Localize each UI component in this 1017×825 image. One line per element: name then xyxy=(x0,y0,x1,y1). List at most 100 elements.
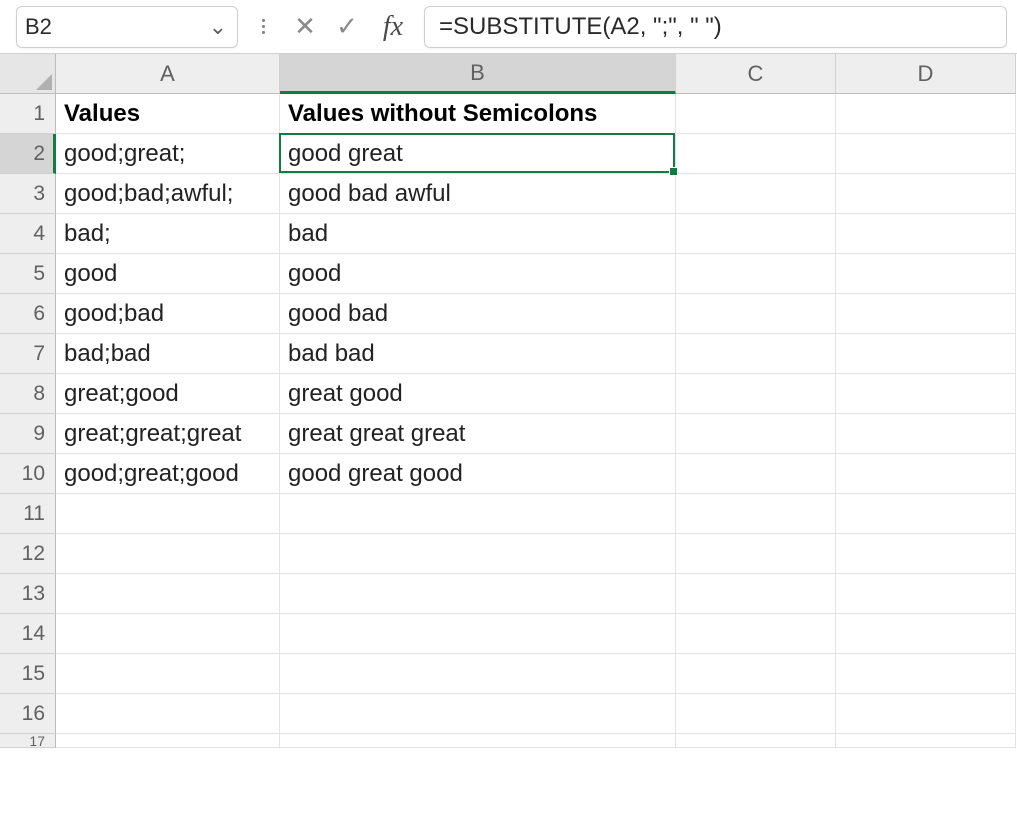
cell-B6[interactable]: good bad xyxy=(280,294,676,334)
cell-A5[interactable]: good xyxy=(56,254,280,294)
row-header-17[interactable]: 17 xyxy=(0,734,56,748)
cell-C14[interactable] xyxy=(676,614,836,654)
cell-A13[interactable] xyxy=(56,574,280,614)
cell-A3[interactable]: good;bad;awful; xyxy=(56,174,280,214)
row-header-3[interactable]: 3 xyxy=(0,174,56,214)
row-header-14[interactable]: 14 xyxy=(0,614,56,654)
cell-A9[interactable]: great;great;great xyxy=(56,414,280,454)
cell-C12[interactable] xyxy=(676,534,836,574)
cell-D4[interactable] xyxy=(836,214,1016,254)
name-box[interactable]: B2 ⌄ xyxy=(16,6,238,48)
cell-D11[interactable] xyxy=(836,494,1016,534)
cell-B11[interactable] xyxy=(280,494,676,534)
cell-D1[interactable] xyxy=(836,94,1016,134)
column-header-B[interactable]: B xyxy=(280,54,676,94)
cell-D10[interactable] xyxy=(836,454,1016,494)
cell-A10[interactable]: good;great;good xyxy=(56,454,280,494)
cell-B10[interactable]: good great good xyxy=(280,454,676,494)
cell-A8[interactable]: great;good xyxy=(56,374,280,414)
row-header-2[interactable]: 2 xyxy=(0,134,56,174)
cell-C13[interactable] xyxy=(676,574,836,614)
row-header-9[interactable]: 9 xyxy=(0,414,56,454)
cell-C17[interactable] xyxy=(676,734,836,748)
cell-B7[interactable]: bad bad xyxy=(280,334,676,374)
cell-C1[interactable] xyxy=(676,94,836,134)
cell-B13[interactable] xyxy=(280,574,676,614)
cell-C9[interactable] xyxy=(676,414,836,454)
select-all-corner[interactable] xyxy=(0,54,56,94)
row-header-13[interactable]: 13 xyxy=(0,574,56,614)
formula-bar-input[interactable]: =SUBSTITUTE(A2, ";", " ") xyxy=(424,6,1007,48)
cell-A12[interactable] xyxy=(56,534,280,574)
cell-B5[interactable]: good xyxy=(280,254,676,294)
cell-D2[interactable] xyxy=(836,134,1016,174)
cell-C11[interactable] xyxy=(676,494,836,534)
cell-C15[interactable] xyxy=(676,654,836,694)
cell-B9[interactable]: great great great xyxy=(280,414,676,454)
cell-B15[interactable] xyxy=(280,654,676,694)
accept-icon[interactable]: ✓ xyxy=(326,11,368,42)
insert-function-icon[interactable]: fx xyxy=(368,11,418,43)
row-header-10[interactable]: 10 xyxy=(0,454,56,494)
cell-C7[interactable] xyxy=(676,334,836,374)
cell-D5[interactable] xyxy=(836,254,1016,294)
cell-D7[interactable] xyxy=(836,334,1016,374)
cell-A11[interactable] xyxy=(56,494,280,534)
row-header-12[interactable]: 12 xyxy=(0,534,56,574)
cell-B3[interactable]: good bad awful xyxy=(280,174,676,214)
cell-D13[interactable] xyxy=(836,574,1016,614)
cell-C2[interactable] xyxy=(676,134,836,174)
column-header-A[interactable]: A xyxy=(56,54,280,94)
row-header-11[interactable]: 11 xyxy=(0,494,56,534)
cell-C5[interactable] xyxy=(676,254,836,294)
cell-B8[interactable]: great good xyxy=(280,374,676,414)
cell-D15[interactable] xyxy=(836,654,1016,694)
cell-D14[interactable] xyxy=(836,614,1016,654)
cell-A6[interactable]: good;bad xyxy=(56,294,280,334)
cell-D6[interactable] xyxy=(836,294,1016,334)
cell-D8[interactable] xyxy=(836,374,1016,414)
chevron-down-icon[interactable]: ⌄ xyxy=(209,14,227,40)
cell-A2[interactable]: good;great; xyxy=(56,134,280,174)
cell-D16[interactable] xyxy=(836,694,1016,734)
cell-D12[interactable] xyxy=(836,534,1016,574)
row-header-8[interactable]: 8 xyxy=(0,374,56,414)
cell-C4[interactable] xyxy=(676,214,836,254)
cell-D9[interactable] xyxy=(836,414,1016,454)
cell-B16[interactable] xyxy=(280,694,676,734)
cell-A17[interactable] xyxy=(56,734,280,748)
cell-A1[interactable]: Values xyxy=(56,94,280,134)
cell-D3[interactable] xyxy=(836,174,1016,214)
cancel-icon[interactable]: ✕ xyxy=(284,11,326,42)
cell-B12[interactable] xyxy=(280,534,676,574)
cell-B2[interactable]: good great xyxy=(280,134,676,174)
column-headers: ABCD xyxy=(56,54,1016,94)
cell-C16[interactable] xyxy=(676,694,836,734)
column-header-C[interactable]: C xyxy=(676,54,836,94)
cell-D17[interactable] xyxy=(836,734,1016,748)
cell-B4[interactable]: bad xyxy=(280,214,676,254)
table-row xyxy=(56,574,1016,614)
cell-C10[interactable] xyxy=(676,454,836,494)
cell-A7[interactable]: bad;bad xyxy=(56,334,280,374)
cell-B1[interactable]: Values without Semicolons xyxy=(280,94,676,134)
row-header-7[interactable]: 7 xyxy=(0,334,56,374)
cell-C6[interactable] xyxy=(676,294,836,334)
row-header-5[interactable]: 5 xyxy=(0,254,56,294)
cell-C8[interactable] xyxy=(676,374,836,414)
row-header-15[interactable]: 15 xyxy=(0,654,56,694)
fill-handle[interactable] xyxy=(669,167,678,176)
cells-area[interactable]: ValuesValues without Semicolonsgood;grea… xyxy=(56,94,1016,748)
cell-A14[interactable] xyxy=(56,614,280,654)
cell-B14[interactable] xyxy=(280,614,676,654)
column-header-D[interactable]: D xyxy=(836,54,1016,94)
cell-A4[interactable]: bad; xyxy=(56,214,280,254)
cell-C3[interactable] xyxy=(676,174,836,214)
row-header-1[interactable]: 1 xyxy=(0,94,56,134)
row-header-4[interactable]: 4 xyxy=(0,214,56,254)
cell-A16[interactable] xyxy=(56,694,280,734)
row-header-16[interactable]: 16 xyxy=(0,694,56,734)
cell-A15[interactable] xyxy=(56,654,280,694)
row-header-6[interactable]: 6 xyxy=(0,294,56,334)
cell-B17[interactable] xyxy=(280,734,676,748)
